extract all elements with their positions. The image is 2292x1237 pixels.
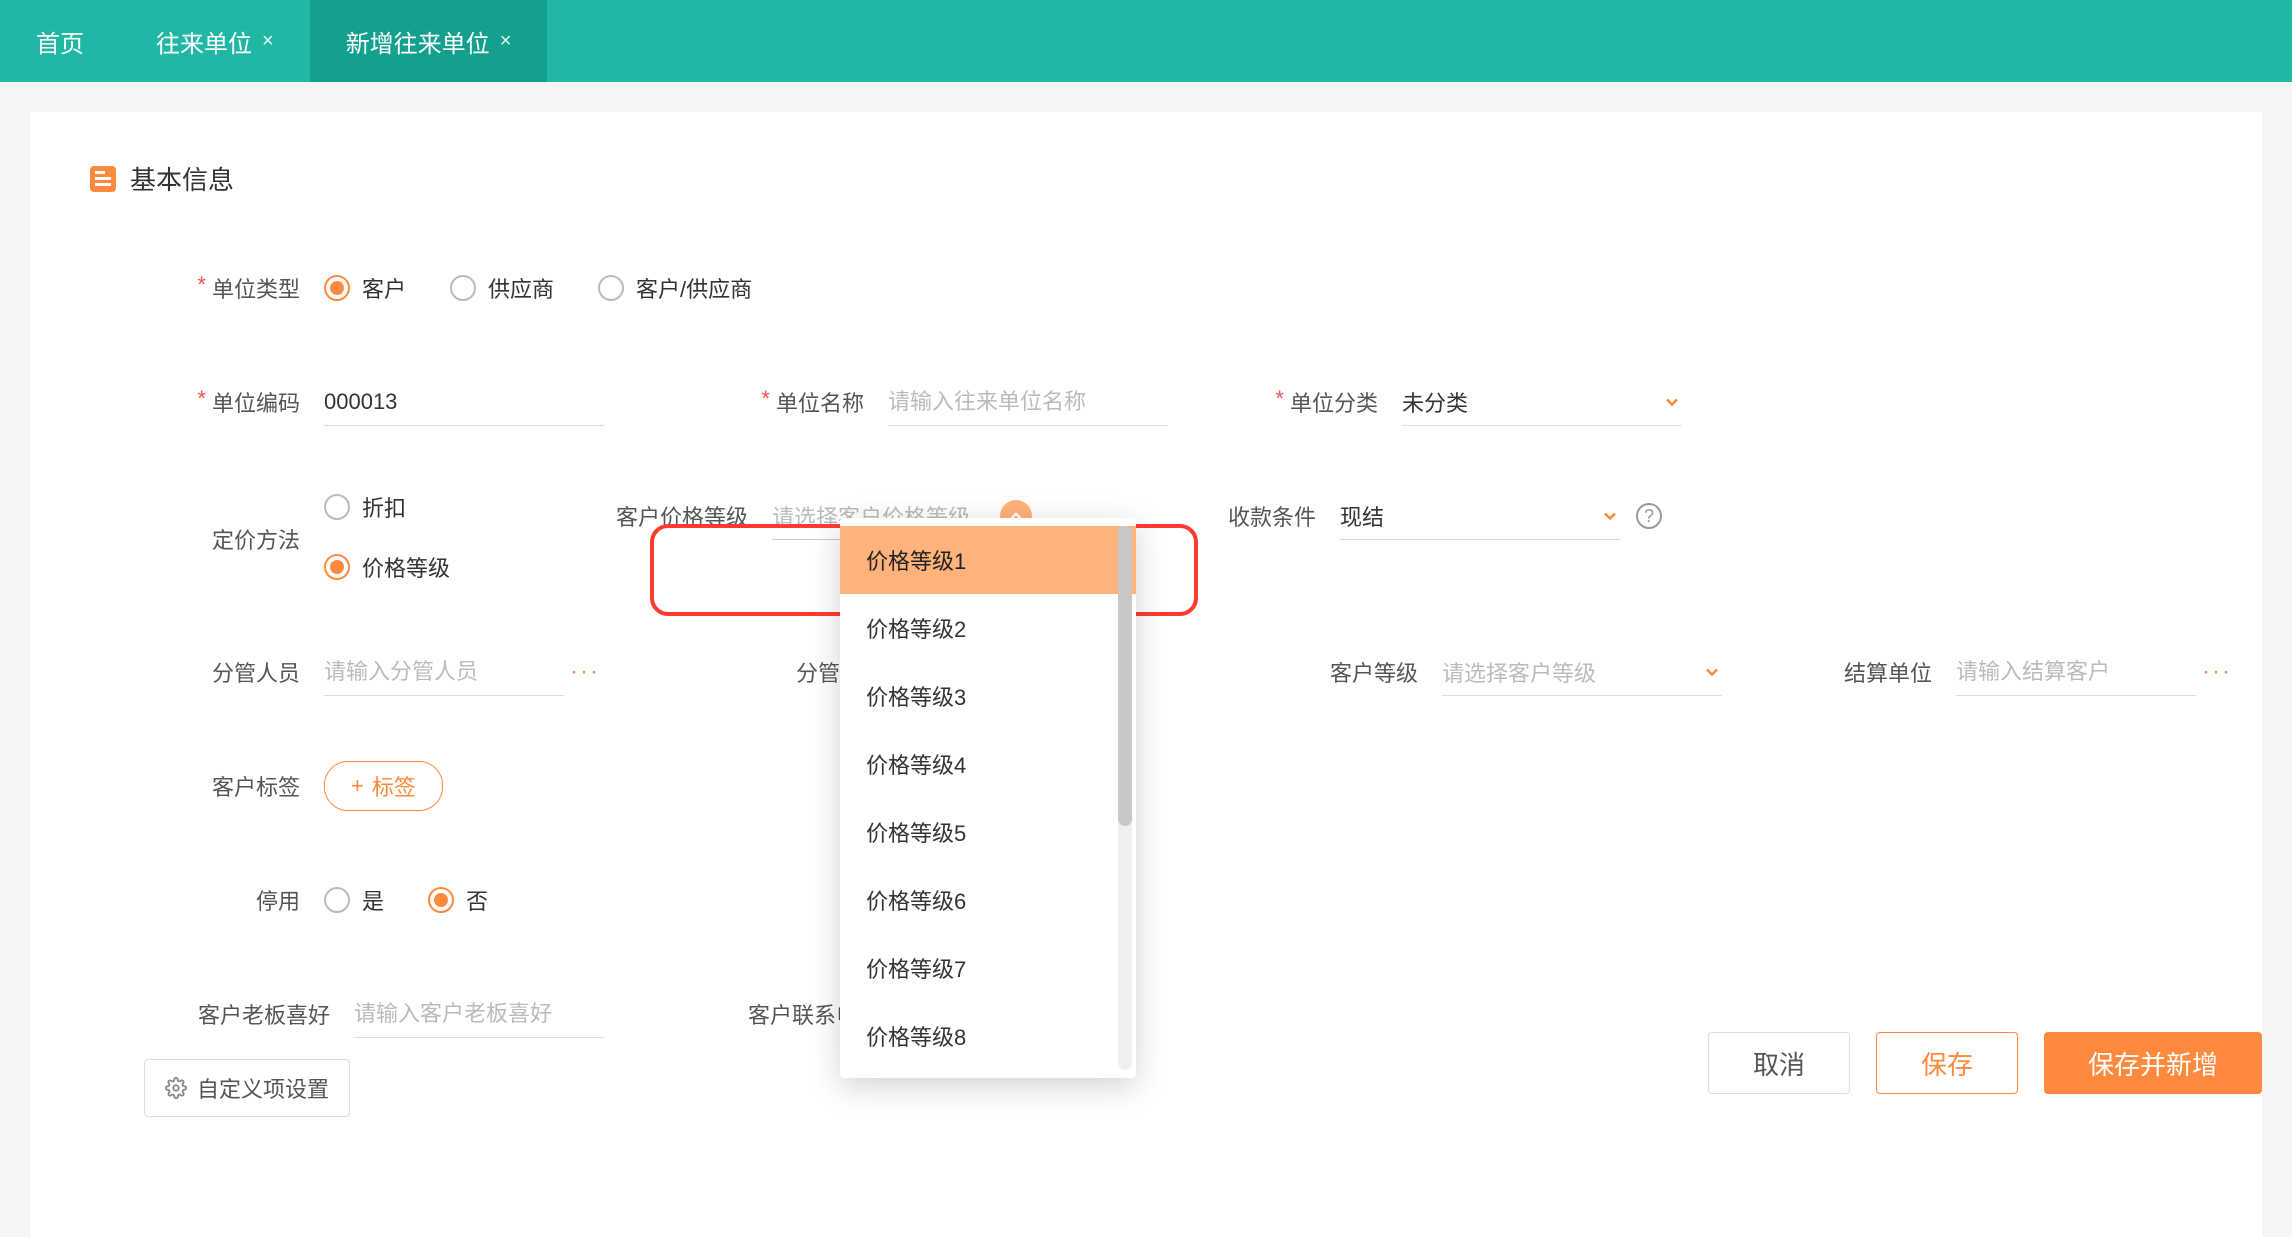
scrollbar-thumb[interactable] — [1118, 526, 1132, 826]
section-title: 基本信息 — [130, 160, 234, 197]
more-icon[interactable]: ··· — [570, 658, 600, 686]
custom-fields-button[interactable]: 自定义项设置 — [144, 1059, 350, 1117]
close-icon[interactable]: × — [500, 30, 512, 53]
add-tag-button[interactable]: + 标签 — [324, 761, 443, 811]
dropdown-item[interactable]: 价格等级4 — [840, 730, 1136, 798]
radio-price-level[interactable]: 价格等级 — [324, 551, 450, 583]
tab-contacts-label: 往来单位 — [156, 24, 252, 59]
disabled-radio-group: 是 否 — [324, 884, 488, 916]
label-pricing-method: 定价方法 — [140, 523, 300, 555]
radio-disabled-yes[interactable]: 是 — [324, 884, 384, 916]
dropdown-item[interactable]: 价格等级7 — [840, 934, 1136, 1002]
tab-contacts[interactable]: 往来单位 × — [120, 0, 310, 82]
dropdown-item[interactable]: 价格等级3 — [840, 662, 1136, 730]
dropdown-item[interactable]: 价格等级5 — [840, 798, 1136, 866]
label-price-level: 客户价格等级 — [578, 500, 748, 532]
chevron-down-icon — [1600, 506, 1620, 526]
tab-home[interactable]: 首页 — [0, 0, 120, 82]
radio-supplier[interactable]: 供应商 — [450, 272, 554, 304]
payment-term-value: 现结 — [1340, 500, 1600, 532]
more-icon[interactable]: ··· — [2202, 658, 2232, 686]
footer-actions: 取消 保存 保存并新增 — [1708, 1032, 2262, 1094]
tab-home-label: 首页 — [36, 24, 84, 59]
scrollbar[interactable] — [1118, 526, 1132, 1070]
customer-level-placeholder: 请选择客户等级 — [1442, 656, 1702, 688]
label-customer-tag: 客户标签 — [140, 770, 300, 802]
unit-type-radio-group: 客户 供应商 客户/供应商 — [324, 272, 752, 304]
section-header: 基本信息 — [90, 160, 2202, 197]
help-icon[interactable]: ? — [1636, 503, 1662, 529]
label-payment-term: 收款条件 — [1176, 500, 1316, 532]
unit-category-value: 未分类 — [1402, 386, 1662, 418]
customer-level-select[interactable]: 请选择客户等级 — [1442, 648, 1722, 696]
radio-both[interactable]: 客户/供应商 — [598, 272, 752, 304]
staff-input[interactable] — [324, 648, 564, 696]
plus-icon: + — [351, 773, 364, 799]
label-unit-category: *单位分类 — [1238, 386, 1378, 418]
label-unit-type: *单位类型 — [140, 272, 300, 304]
tab-bar: 首页 往来单位 × 新增往来单位 × — [0, 0, 2292, 82]
settle-unit-input[interactable] — [1956, 648, 2196, 696]
unit-category-select[interactable]: 未分类 — [1402, 378, 1682, 426]
radio-disabled-no[interactable]: 否 — [428, 884, 488, 916]
cancel-button[interactable]: 取消 — [1708, 1032, 1850, 1094]
dropdown-item[interactable]: 价格等级8 — [840, 1002, 1136, 1070]
unit-code-input[interactable] — [324, 378, 604, 426]
save-and-new-button[interactable]: 保存并新增 — [2044, 1032, 2262, 1094]
dropdown-item[interactable]: 价格等级6 — [840, 866, 1136, 934]
label-disabled: 停用 — [140, 884, 300, 916]
label-settle-unit: 结算单位 — [1792, 656, 1932, 688]
label-customer-level: 客户等级 — [1278, 656, 1418, 688]
form-icon — [90, 166, 116, 192]
unit-name-input[interactable] — [888, 378, 1168, 426]
label-boss-pref: 客户老板喜好 — [140, 998, 330, 1030]
chevron-down-icon — [1662, 392, 1682, 412]
tab-add-contact-label: 新增往来单位 — [346, 24, 490, 59]
label-staff: 分管人员 — [140, 656, 300, 688]
pricing-method-radio-group: 折扣 价格等级 — [324, 491, 450, 583]
gear-icon — [165, 1077, 187, 1099]
custom-fields-label: 自定义项设置 — [197, 1072, 329, 1104]
radio-customer[interactable]: 客户 — [324, 272, 406, 304]
tab-add-contact[interactable]: 新增往来单位 × — [310, 0, 548, 82]
boss-pref-input[interactable] — [354, 990, 604, 1038]
price-level-dropdown: 价格等级1 价格等级2 价格等级3 价格等级4 价格等级5 价格等级6 价格等级… — [840, 518, 1136, 1078]
dropdown-item[interactable]: 价格等级1 — [840, 526, 1136, 594]
add-tag-label: 标签 — [372, 770, 416, 802]
dropdown-item[interactable]: 价格等级2 — [840, 594, 1136, 662]
close-icon[interactable]: × — [262, 30, 274, 53]
payment-term-select[interactable]: 现结 — [1340, 492, 1620, 540]
label-unit-code: *单位编码 — [140, 386, 300, 418]
chevron-down-icon — [1702, 662, 1722, 682]
radio-discount[interactable]: 折扣 — [324, 491, 450, 523]
label-unit-name: *单位名称 — [694, 386, 864, 418]
save-button[interactable]: 保存 — [1876, 1032, 2018, 1094]
